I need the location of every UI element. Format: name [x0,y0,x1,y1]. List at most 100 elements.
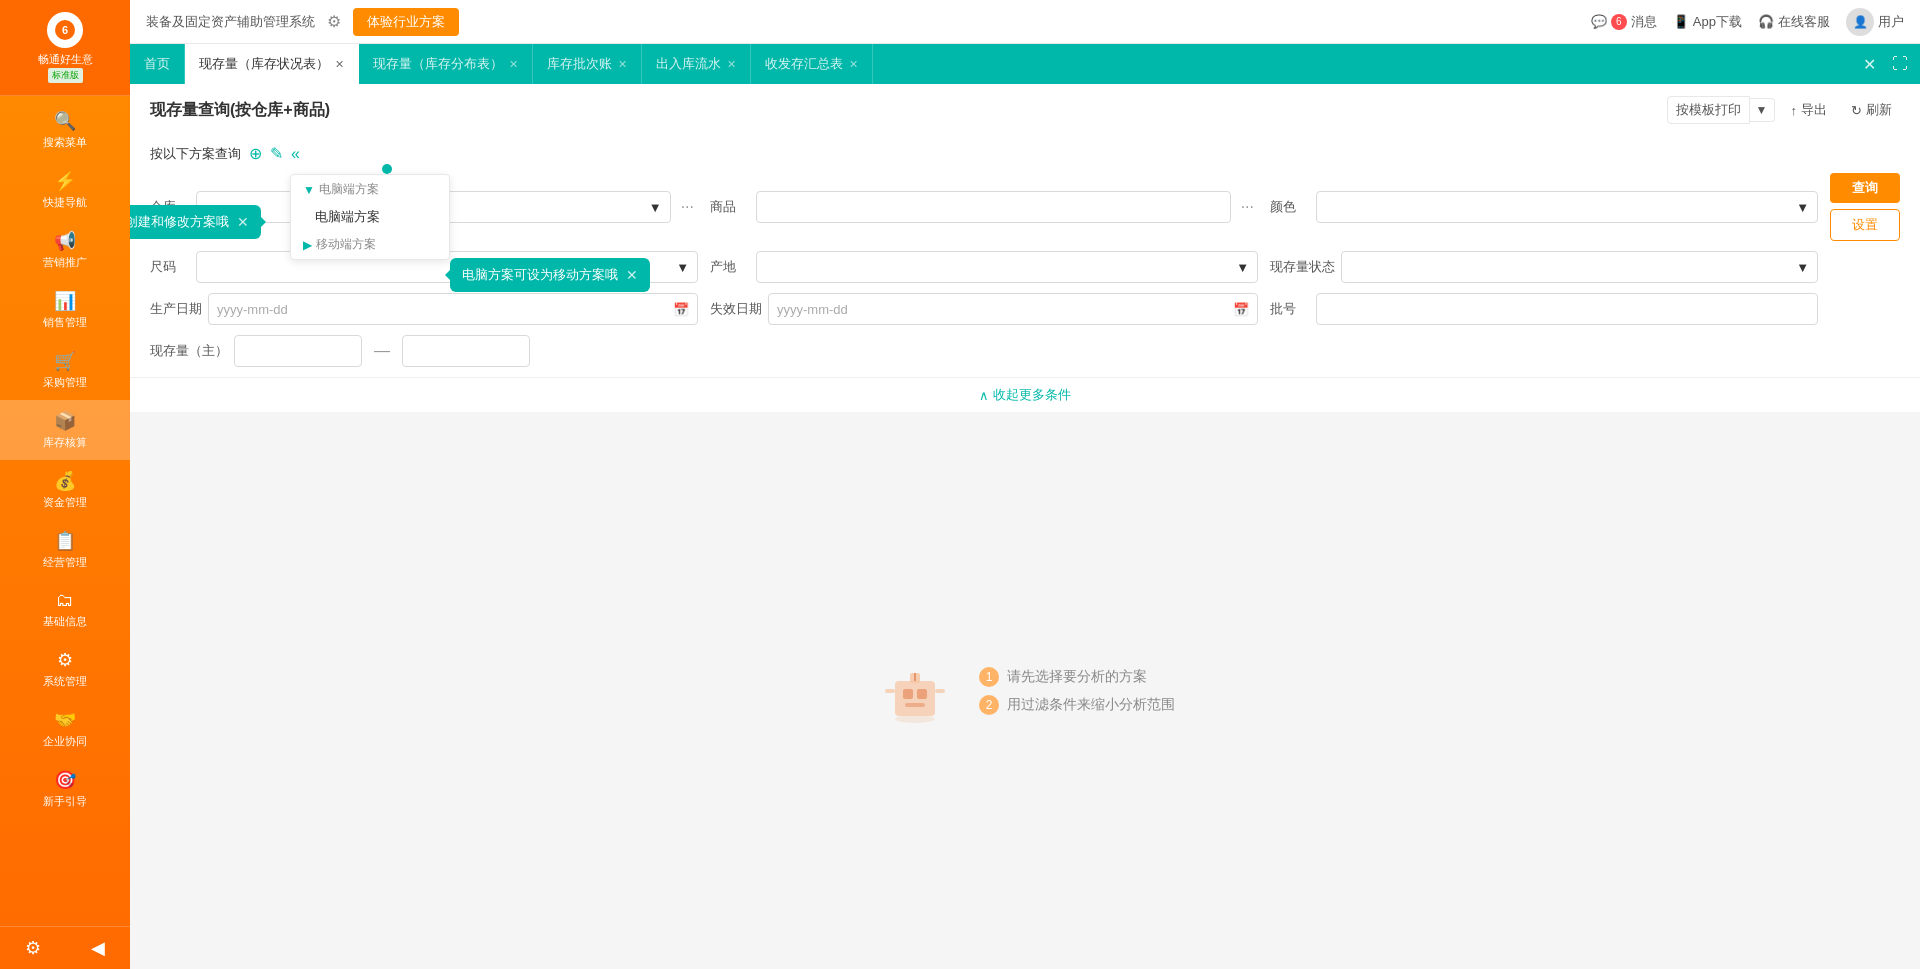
origin-select[interactable]: ▼ [756,251,1258,283]
color-select[interactable]: ▼ [1316,191,1818,223]
mobile-icon: 📱 [1673,14,1689,29]
guide-icon: 🎯 [54,769,76,791]
sidebar-item-quicknav[interactable]: ⚡ 快捷导航 [0,160,130,220]
add-scheme-icon[interactable]: ⊕ [249,144,262,163]
stock-amount-separator: — [368,342,396,360]
tip-num-2: 2 [979,695,999,715]
batch-input[interactable] [1316,293,1818,325]
refresh-button[interactable]: ↻ 刷新 [1843,97,1900,123]
connector-dot [382,164,392,174]
chevron-down-icon: ▼ [303,183,315,197]
tab-collect-summary-label: 收发存汇总表 [765,55,843,73]
logo-text: 畅通好生意 [38,52,93,66]
sidebar-item-search[interactable]: 🔍 搜索菜单 [0,100,130,160]
filter-header: 按以下方案查询 ⊕ ✎ « 电脑方案可设为移动方案哦 ✕ [150,144,1900,163]
topbar-settings-icon[interactable]: ⚙ [327,12,341,31]
sidebar-item-sales[interactable]: 📊 销售管理 [0,280,130,340]
stock-status-select[interactable]: ▼ [1341,251,1818,283]
online-support-group[interactable]: 🎧 在线客服 [1758,13,1830,31]
tab-batch-account[interactable]: 库存批次账 ✕ [533,44,642,84]
tab-close-all-icon[interactable]: ✕ [1859,51,1880,78]
svg-text:6: 6 [62,24,68,36]
sidebar-item-marketing[interactable]: 📢 营销推广 [0,220,130,280]
stock-amount-min-input[interactable] [234,335,362,367]
print-button[interactable]: 按模板打印 [1667,96,1750,124]
sidebar-item-purchase[interactable]: 🛒 采购管理 [0,340,130,400]
topbar-app-name: 装备及固定资产辅助管理系统 [146,13,315,31]
system-icon: ⚙ [57,649,73,671]
tab-in-out-flow[interactable]: 出入库流水 ✕ [642,44,751,84]
back-scheme-icon[interactable]: « [291,145,300,163]
notification-group[interactable]: 💬 6 消息 [1591,13,1657,31]
collapse-more-btn[interactable]: ∧ 收起更多条件 [130,377,1920,412]
scheme-tree-desktop-section: ▼ 电脑端方案 [291,175,449,204]
warehouse-dots[interactable]: ··· [677,198,698,216]
tab-batch-account-close[interactable]: ✕ [618,58,627,71]
empty-illustration [875,651,955,731]
sidebar-item-finance[interactable]: 💰 资金管理 [0,460,130,520]
tabs-actions: ✕ ⛶ [1859,51,1920,78]
add-tooltip-close[interactable]: ✕ [626,267,638,283]
calendar-icon: 📅 [673,302,689,317]
tab-collect-summary-close[interactable]: ✕ [849,58,858,71]
logo-icon: 6 [47,12,83,48]
sidebar-item-enterprise[interactable]: 🤝 企业协同 [0,699,130,759]
tab-batch-account-label: 库存批次账 [547,55,612,73]
tab-inventory-status[interactable]: 现存量（库存状况表） ✕ [185,44,359,84]
tab-inventory-dist-close[interactable]: ✕ [509,58,518,71]
tab-home[interactable]: 首页 [130,44,185,84]
stock-amount-group: 现存量（主） — [150,335,530,367]
settings-bottom-icon[interactable]: ⚙ [25,937,41,959]
sidebar-item-label: 销售管理 [43,315,87,330]
sidebar-item-label: 营销推广 [43,255,87,270]
tab-inventory-dist[interactable]: 现存量（库存分布表） ✕ [359,44,533,84]
topbar-right: 💬 6 消息 📱 App下载 🎧 在线客服 👤 用户 [1591,8,1904,36]
sidebar-item-label: 基础信息 [43,614,87,629]
enterprise-icon: 🤝 [54,709,76,731]
tab-in-out-flow-close[interactable]: ✕ [727,58,736,71]
filter-area: 按以下方案查询 ⊕ ✎ « 电脑方案可设为移动方案哦 ✕ ▼ 电脑端方案 电脑端… [130,134,1920,412]
tab-in-out-flow-label: 出入库流水 [656,55,721,73]
sidebar-item-basic[interactable]: 🗂 基础信息 [0,580,130,639]
origin-label: 产地 [710,258,750,276]
sidebar-item-system[interactable]: ⚙ 系统管理 [0,639,130,699]
edit-scheme-icon[interactable]: ✎ [270,144,283,163]
sidebar-item-label: 资金管理 [43,495,87,510]
tab-expand-icon[interactable]: ⛶ [1888,51,1912,77]
app-download-group[interactable]: 📱 App下载 [1673,13,1742,31]
notification-badge: 6 [1611,14,1627,30]
sidebar-item-operations[interactable]: 📋 经营管理 [0,520,130,580]
svg-point-10 [895,715,935,723]
export-button[interactable]: ↑ 导出 [1783,97,1836,123]
tabs-bar: 首页 现存量（库存状况表） ✕ 现存量（库存分布表） ✕ 库存批次账 ✕ 出入库… [130,44,1920,84]
scheme-desktop-item[interactable]: 电脑端方案 [291,204,449,230]
sidebar-item-label: 企业协同 [43,734,87,749]
print-dropdown-icon[interactable]: ▼ [1750,98,1775,122]
chevron-right-icon: ▶ [303,238,312,252]
product-dots[interactable]: ··· [1237,198,1258,216]
product-select[interactable] [756,191,1231,223]
sidebar-item-inventory[interactable]: 📦 库存核算 [0,400,130,460]
sidebar-item-guide[interactable]: 🎯 新手引导 [0,759,130,819]
sidebar-bottom: ⚙ ◀ [0,926,130,969]
sales-icon: 📊 [54,290,76,312]
collapse-sidebar-icon[interactable]: ◀ [91,937,105,959]
sidebar-item-label: 采购管理 [43,375,87,390]
tab-collect-summary[interactable]: 收发存汇总表 ✕ [751,44,873,84]
produce-date-input[interactable]: yyyy-mm-dd 📅 [208,293,698,325]
user-group[interactable]: 👤 用户 [1846,8,1904,36]
tab-inventory-status-label: 现存量（库存状况表） [199,55,329,73]
lightning-icon: ⚡ [54,170,76,192]
query-btn-group: 查询 设置 [1830,173,1900,241]
content-body: 1 请先选择要分析的方案 2 用过滤条件来缩小分析范围 [130,412,1920,969]
settings-button[interactable]: 设置 [1830,209,1900,241]
scheme-tooltip-close[interactable]: ✕ [237,214,249,230]
industry-solution-button[interactable]: 体验行业方案 [353,8,459,36]
stock-amount-max-input[interactable] [402,335,530,367]
svg-rect-8 [885,689,895,693]
query-button[interactable]: 查询 [1830,173,1900,203]
tab-inventory-status-close[interactable]: ✕ [335,58,344,71]
expire-date-input[interactable]: yyyy-mm-dd 📅 [768,293,1258,325]
scheme-tooltip: 这里可以创建和修改方案哦 ✕ [130,205,261,239]
scheme-tree-panel: ▼ 电脑端方案 电脑端方案 这里可以创建和修改方案哦 ✕ ▶ 移动端方案 [290,174,450,260]
